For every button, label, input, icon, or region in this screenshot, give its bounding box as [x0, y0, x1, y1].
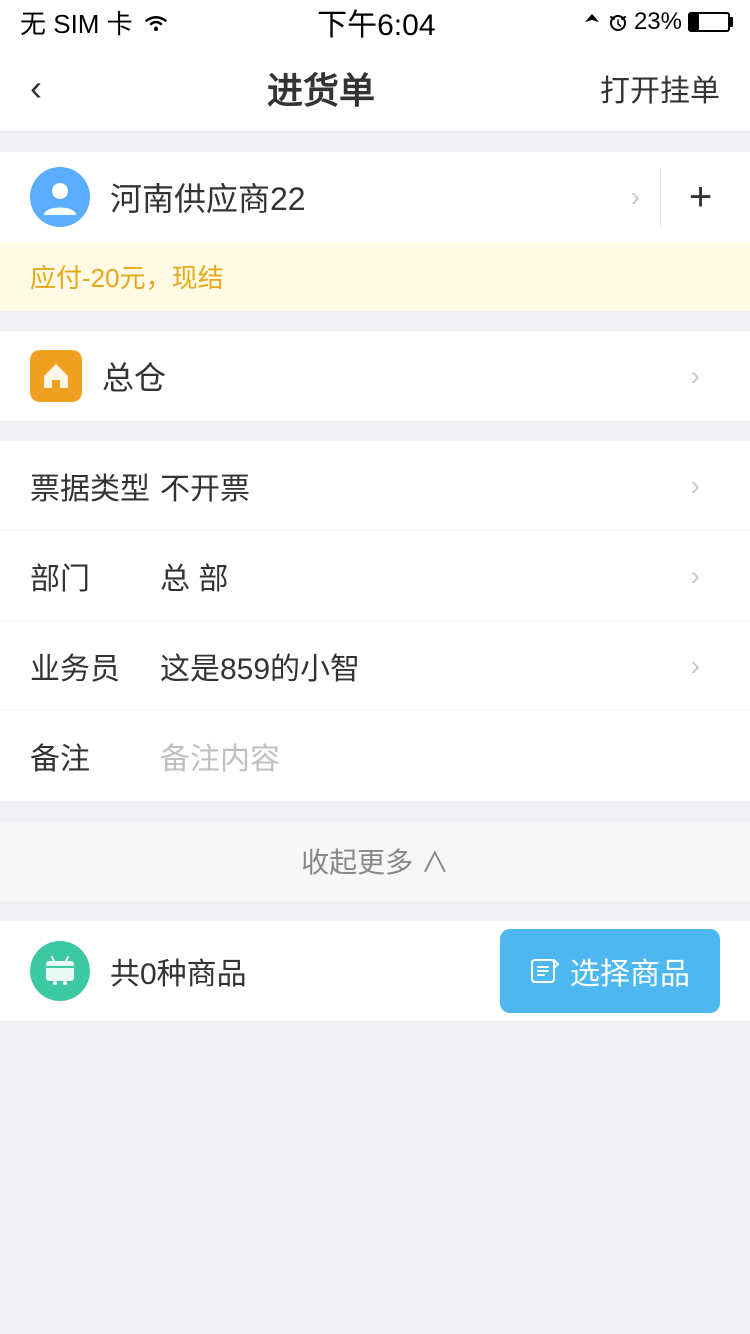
section-gap-1	[0, 132, 750, 152]
invoice-label: 票据类型	[30, 464, 160, 508]
add-supplier-button[interactable]: +	[660, 167, 720, 227]
supplier-row[interactable]: 河南供应商22 › +	[0, 152, 750, 242]
no-sim-text: 无 SIM 卡	[20, 4, 133, 41]
status-right: 23%	[582, 8, 730, 36]
nav-bar: ‹ 进货单 打开挂单	[0, 44, 750, 132]
invoice-chevron: ›	[691, 470, 700, 502]
supplier-avatar	[30, 167, 90, 227]
alarm-icon	[608, 12, 628, 32]
battery-icon	[688, 12, 730, 32]
invoice-row[interactable]: 票据类型 不开票 ›	[0, 441, 750, 531]
back-button[interactable]: ‹	[30, 67, 42, 109]
remark-row[interactable]: 备注 备注内容	[0, 711, 750, 801]
sales-value: 这是859的小智	[160, 644, 691, 688]
supplier-notice: 应付-20元，现结	[0, 242, 750, 311]
person-icon	[40, 177, 80, 217]
house-icon	[40, 360, 72, 392]
supplier-name: 河南供应商22	[110, 174, 631, 220]
battery-percent: 23%	[634, 8, 682, 36]
warehouse-row[interactable]: 总仓 ›	[0, 331, 750, 421]
dept-value: 总 部	[160, 554, 691, 598]
warehouse-chevron: ›	[691, 360, 700, 392]
location-icon	[582, 12, 602, 32]
invoice-value: 不开票	[160, 464, 691, 508]
page-title: 进货单	[267, 62, 375, 114]
sales-label: 业务员	[30, 644, 160, 688]
status-bar: 无 SIM 卡 下午6:04 23%	[0, 0, 750, 44]
status-left: 无 SIM 卡	[20, 4, 171, 41]
page-background	[0, 1021, 750, 1321]
sales-row[interactable]: 业务员 这是859的小智 ›	[0, 621, 750, 711]
supplier-chevron: ›	[631, 181, 640, 213]
cart-icon	[30, 941, 90, 1001]
warehouse-name: 总仓	[102, 353, 691, 399]
bottom-bar: 共0种商品 选择商品	[0, 921, 750, 1021]
select-product-label: 选择商品	[570, 949, 690, 993]
dept-chevron: ›	[691, 560, 700, 592]
select-product-button[interactable]: 选择商品	[500, 929, 720, 1013]
remark-input[interactable]: 备注内容	[160, 734, 720, 778]
collapse-button[interactable]: 收起更多 ∧	[0, 821, 750, 901]
dept-label: 部门	[30, 554, 160, 598]
dept-row[interactable]: 部门 总 部 ›	[0, 531, 750, 621]
status-time: 下午6:04	[317, 0, 435, 44]
remark-label: 备注	[30, 734, 160, 778]
form-section: 票据类型 不开票 › 部门 总 部 › 业务员 这是859的小智 › 备注 备注…	[0, 441, 750, 801]
select-product-icon	[530, 956, 560, 986]
open-pending-button[interactable]: 打开挂单	[600, 66, 720, 110]
collapse-label: 收起更多 ∧	[301, 841, 449, 881]
sales-chevron: ›	[691, 650, 700, 682]
cart-svg	[42, 953, 78, 989]
product-count: 共0种商品	[110, 949, 500, 993]
warehouse-icon	[30, 350, 82, 402]
wifi-icon	[141, 11, 171, 33]
